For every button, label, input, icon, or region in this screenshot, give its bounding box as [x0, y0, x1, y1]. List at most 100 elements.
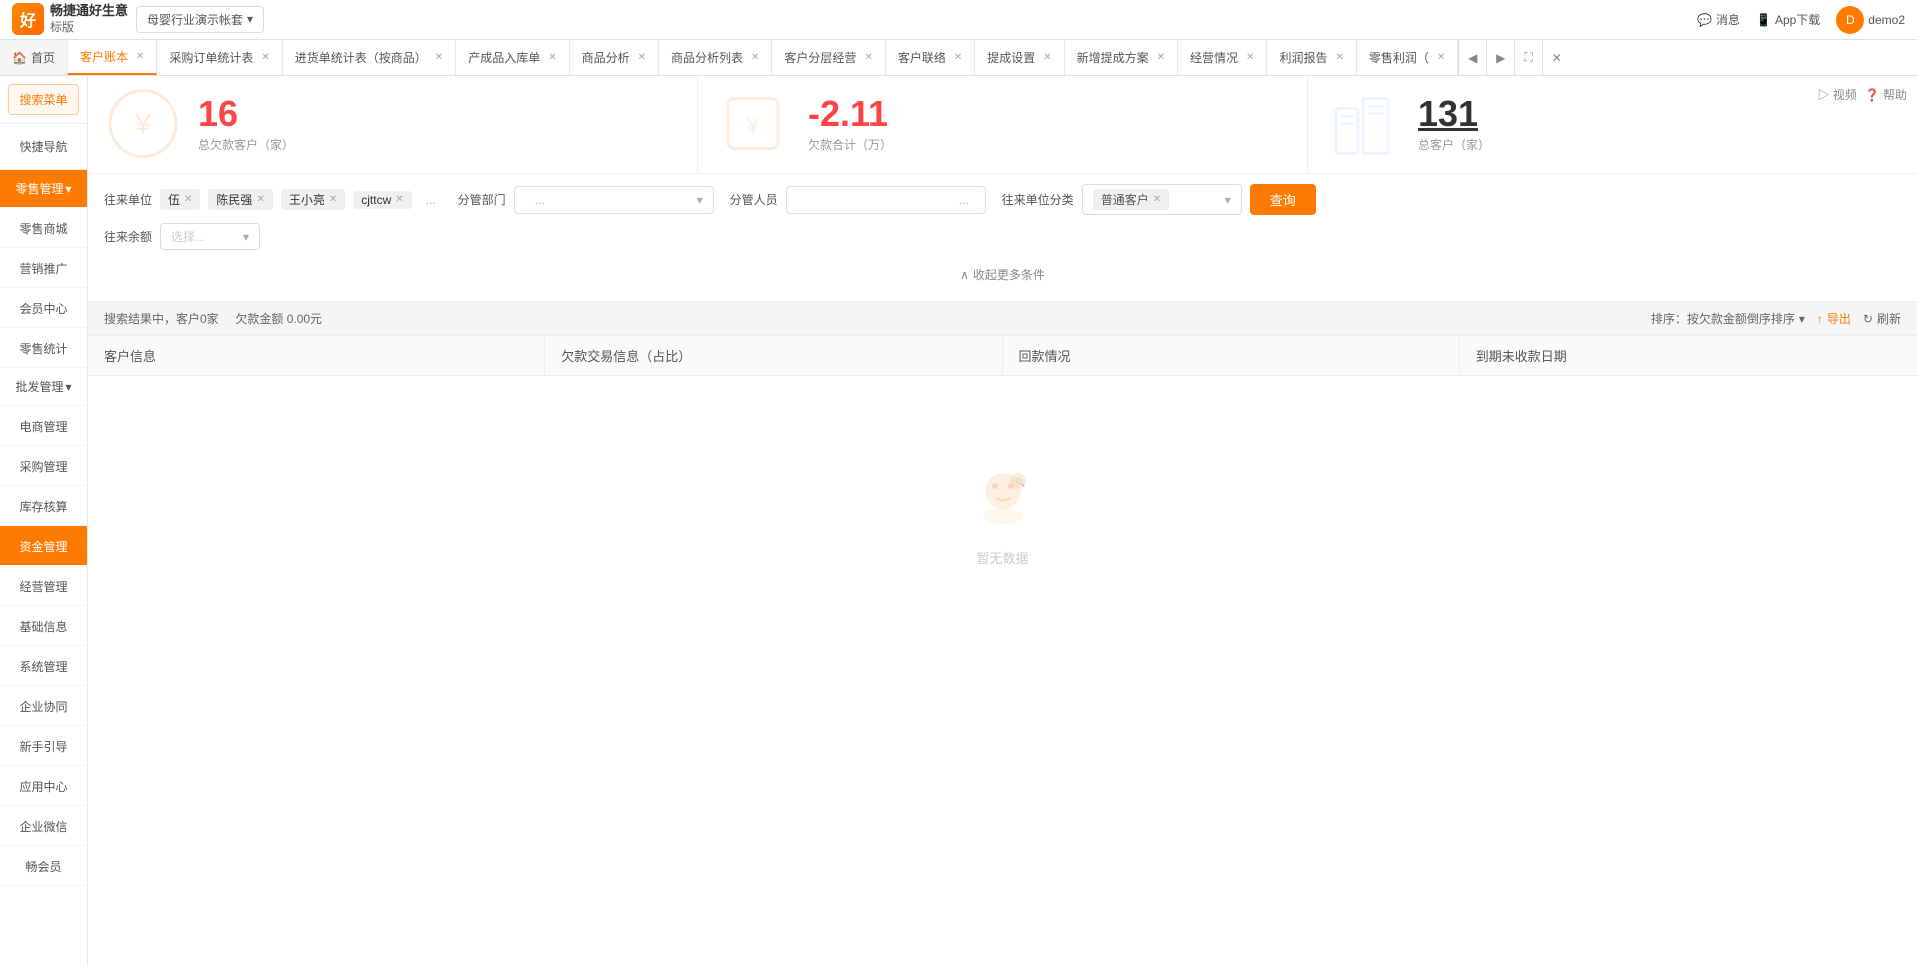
- sidebar-item-member-vip[interactable]: 畅会员: [0, 846, 87, 886]
- stats-card-total: 131 总客户（家） ▷ 视频 ❓ 帮助: [1308, 76, 1917, 173]
- sidebar-item-retail[interactable]: 零售管理 ▾: [0, 170, 87, 208]
- dept-select[interactable]: ... ▾: [514, 186, 714, 214]
- person-select[interactable]: ...: [786, 186, 986, 214]
- sidebar-item-marketing[interactable]: 营销推广: [0, 248, 87, 288]
- table-header: 客户信息 欠款交易信息（占比） 回款情况 到期未收款日期: [88, 336, 1917, 376]
- empty-illustration: 🔍: [963, 456, 1043, 536]
- close-icon[interactable]: ✕: [136, 51, 144, 62]
- sidebar-item-purchase[interactable]: 采购管理: [0, 446, 87, 486]
- sidebar-item-app-center[interactable]: 应用中心: [0, 766, 87, 806]
- sort-btn[interactable]: 排序：按欠款金额倒序排序 ▾: [1651, 310, 1805, 327]
- building-bg-icon: [1328, 88, 1398, 158]
- export-btn[interactable]: ↑ 导出: [1817, 310, 1851, 327]
- close-icon[interactable]: ✕: [638, 52, 646, 63]
- video-btn[interactable]: ▷ 视频: [1817, 86, 1856, 103]
- sidebar-item-member[interactable]: 会员中心: [0, 288, 87, 328]
- chevron-down-icon: ▾: [65, 380, 71, 394]
- sidebar-search-section: 搜索菜单: [0, 76, 87, 124]
- sidebar-item-basic-info[interactable]: 基础信息: [0, 606, 87, 646]
- sidebar-item-finance[interactable]: 资金管理: [0, 526, 87, 566]
- filter-row-1: 往来单位 伍 ✕ 陈民强 ✕ 王小亮 ✕ cjttcw ✕ ...: [104, 184, 1901, 215]
- help-btn[interactable]: ❓ 帮助: [1865, 86, 1907, 103]
- debt-bg-icon: ¥: [718, 88, 788, 158]
- result-bar-right: 排序：按欠款金额倒序排序 ▾ ↑ 导出 ↻ 刷新: [1651, 310, 1901, 327]
- tab-new-scheme[interactable]: 新增提成方案 ✕: [1065, 40, 1178, 75]
- result-summary: 搜索结果中，客户0家 欠款金额 0.00元: [104, 310, 322, 327]
- tab-product-analysis-list[interactable]: 商品分析列表 ✕: [659, 40, 772, 75]
- content-area: ¥ 16 总欠款客户（家） ¥ -2.11 欠款合计（: [88, 76, 1917, 966]
- category-tag-close[interactable]: ✕: [1153, 194, 1161, 205]
- empty-state: 🔍 暂无数据: [88, 376, 1917, 647]
- close-icon[interactable]: ✕: [548, 52, 556, 63]
- close-icon[interactable]: ✕: [435, 52, 443, 63]
- export-icon: ↑: [1817, 312, 1823, 326]
- filter-more-tags[interactable]: ...: [420, 191, 442, 209]
- tab-cost-inbound[interactable]: 产成品入库单 ✕: [456, 40, 569, 75]
- sidebar-item-retail-stats[interactable]: 零售统计: [0, 328, 87, 368]
- tab-home[interactable]: 🏠 首页: [0, 40, 68, 75]
- close-icon[interactable]: ✕: [261, 52, 269, 63]
- tab-maximize-btn[interactable]: ⛶: [1514, 40, 1542, 75]
- collapse-btn[interactable]: ∧ 收起更多条件: [952, 262, 1053, 287]
- sidebar-item-system[interactable]: 系统管理: [0, 646, 87, 686]
- close-icon[interactable]: ✕: [751, 52, 759, 63]
- query-button[interactable]: 查询: [1250, 184, 1316, 215]
- search-menu-btn[interactable]: 搜索菜单: [8, 84, 79, 115]
- col-repayment: 回款情况: [1003, 336, 1460, 375]
- filter-tag-2: 王小亮 ✕: [281, 189, 345, 210]
- app-download-btn[interactable]: 📱 App下载: [1756, 11, 1820, 28]
- close-icon[interactable]: ✕: [864, 52, 872, 63]
- sidebar-item-inventory[interactable]: 库存核算: [0, 486, 87, 526]
- collapse-section: ∧ 收起更多条件: [104, 258, 1901, 291]
- sidebar-item-operations-mgmt[interactable]: 经营管理: [0, 566, 87, 606]
- tab-customers[interactable]: 客户账本 ✕: [68, 40, 157, 75]
- close-icon[interactable]: ✕: [1437, 52, 1445, 63]
- tab-profit-report[interactable]: 利润报告 ✕: [1267, 40, 1356, 75]
- tab-product-analysis[interactable]: 商品分析 ✕: [570, 40, 659, 75]
- tab-promotion-settings[interactable]: 提成设置 ✕: [975, 40, 1064, 75]
- col-customer-info: 客户信息: [88, 336, 545, 375]
- close-icon[interactable]: ✕: [1335, 52, 1343, 63]
- sidebar-item-enterprise-wechat[interactable]: 企业微信: [0, 806, 87, 846]
- tab-close-all-btn[interactable]: ✕: [1542, 40, 1570, 75]
- quick-nav-section: 快捷导航: [0, 124, 87, 170]
- close-icon[interactable]: ✕: [1246, 52, 1254, 63]
- tag-close-1[interactable]: ✕: [256, 194, 264, 205]
- result-bar: 搜索结果中，客户0家 欠款金额 0.00元 排序：按欠款金额倒序排序 ▾ ↑ 导…: [88, 302, 1917, 336]
- yuan-bg-icon: ¥: [108, 88, 178, 158]
- sidebar-item-wholesale[interactable]: 批发管理 ▾: [0, 368, 87, 406]
- balance-select[interactable]: 选择... ▾: [160, 223, 260, 250]
- tab-inbound-stats[interactable]: 进货单统计表（按商品） ✕: [283, 40, 456, 75]
- avatar: D: [1836, 6, 1864, 34]
- account-selector[interactable]: 母婴行业演示帐套 ▾: [136, 6, 264, 33]
- tab-prev-btn[interactable]: ◀: [1458, 40, 1486, 75]
- sidebar-item-enterprise-collab[interactable]: 企业协同: [0, 686, 87, 726]
- refresh-btn[interactable]: ↻ 刷新: [1863, 310, 1901, 327]
- sidebar-item-retail-mall[interactable]: 零售商城: [0, 208, 87, 248]
- category-select[interactable]: 普通客户 ✕ ▾: [1082, 184, 1242, 215]
- close-icon[interactable]: ✕: [1043, 52, 1051, 63]
- tab-operations[interactable]: 经营情况 ✕: [1178, 40, 1267, 75]
- dept-more-icon: ...: [529, 191, 551, 209]
- sidebar-item-ecommerce[interactable]: 电商管理: [0, 406, 87, 446]
- stats-card2-content: -2.11 欠款合计（万）: [808, 96, 892, 153]
- tab-next-btn[interactable]: ▶: [1486, 40, 1514, 75]
- tab-retail-profit[interactable]: 零售利润（ ✕: [1357, 40, 1458, 75]
- logo-area: 好 畅捷通好生意 标版: [12, 3, 128, 35]
- tag-close-0[interactable]: ✕: [184, 194, 192, 205]
- close-icon[interactable]: ✕: [1157, 52, 1165, 63]
- person-more-icon: ...: [953, 191, 975, 209]
- tag-close-3[interactable]: ✕: [395, 194, 403, 205]
- stats-header: ¥ 16 总欠款客户（家） ¥ -2.11 欠款合计（: [88, 76, 1917, 174]
- tab-purchase-order[interactable]: 采购订单统计表 ✕: [157, 40, 282, 75]
- message-btn[interactable]: 💬 消息: [1697, 11, 1740, 28]
- sidebar-item-new-user-guide[interactable]: 新手引导: [0, 726, 87, 766]
- col-debt-info: 欠款交易信息（占比）: [545, 336, 1002, 375]
- quick-nav-link[interactable]: 快捷导航: [8, 132, 79, 161]
- chevron-down-icon: ▾: [65, 182, 71, 196]
- close-icon[interactable]: ✕: [954, 52, 962, 63]
- tag-close-2[interactable]: ✕: [329, 194, 337, 205]
- user-menu[interactable]: D demo2: [1836, 6, 1905, 34]
- tab-customer-segment[interactable]: 客户分层经营 ✕: [772, 40, 885, 75]
- tab-customer-contact[interactable]: 客户联络 ✕: [886, 40, 975, 75]
